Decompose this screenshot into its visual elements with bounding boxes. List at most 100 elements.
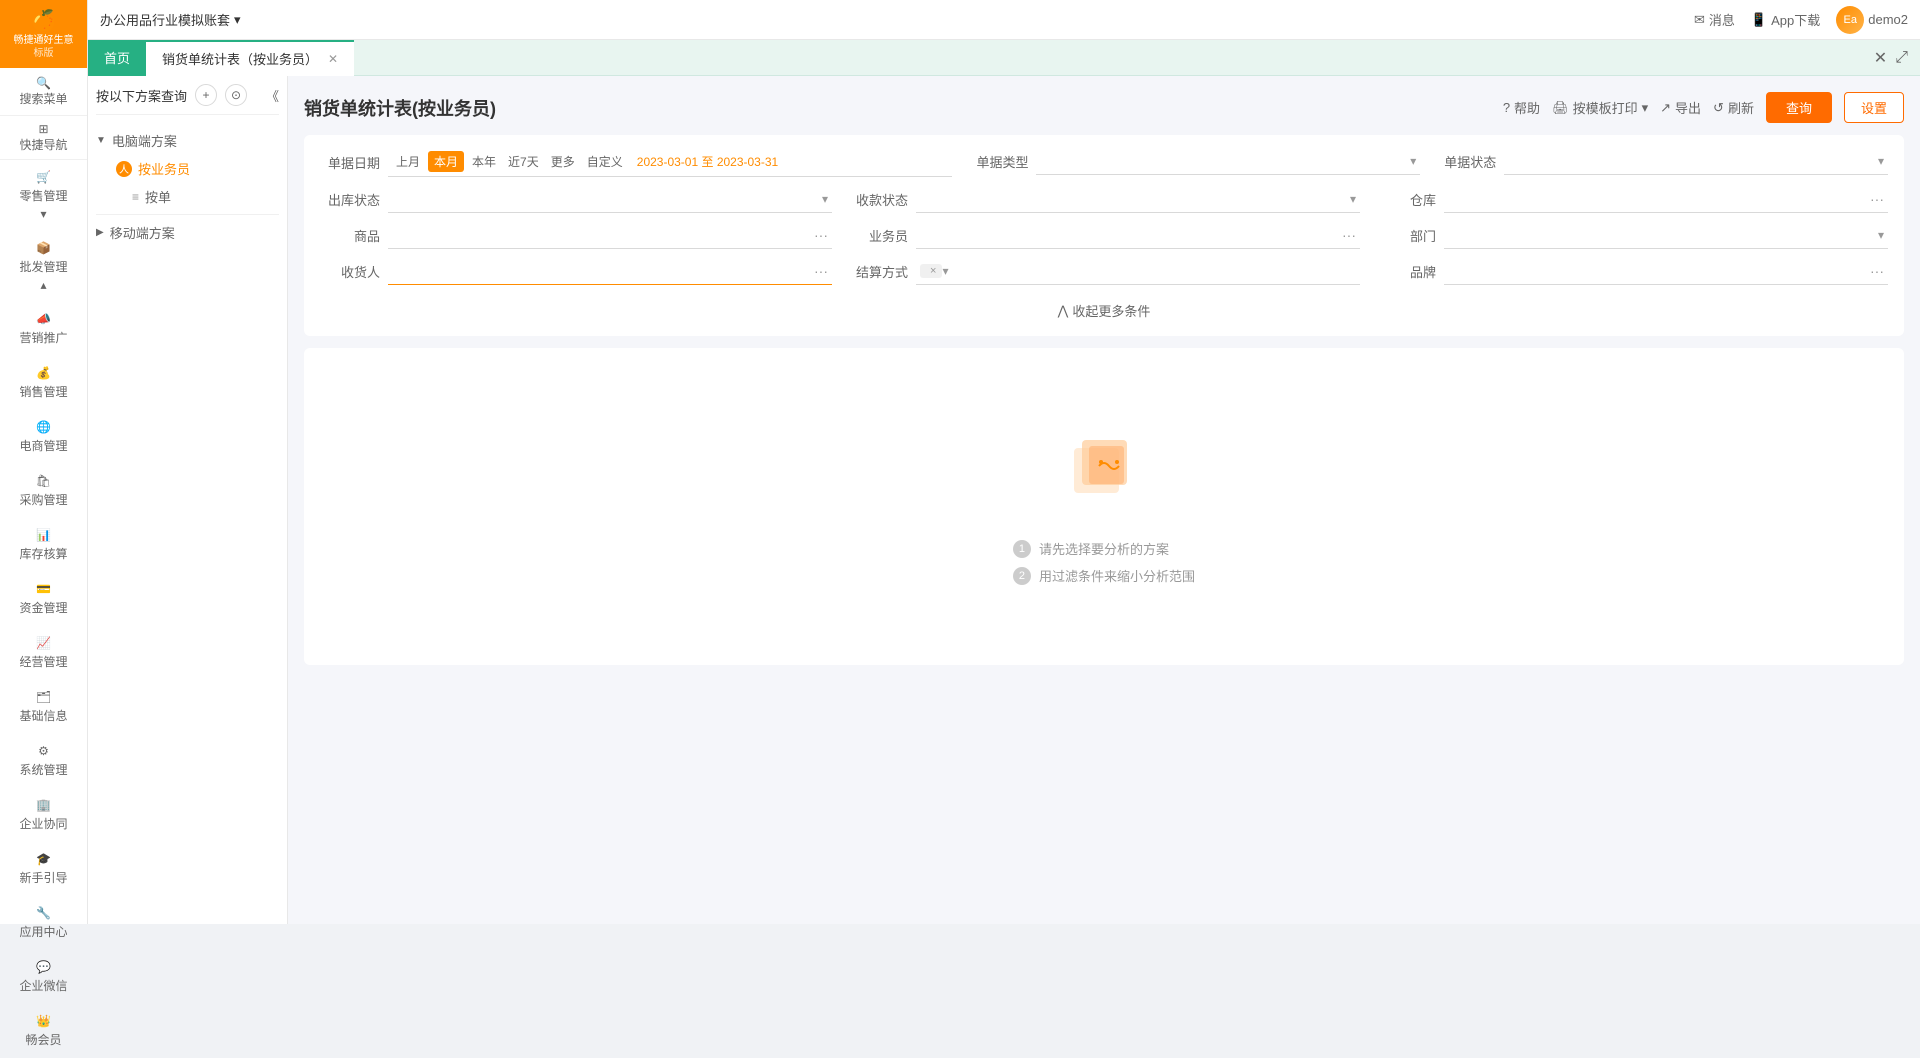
account-dropdown[interactable]: 办公用品行业模拟账套 ▾: [100, 10, 241, 29]
salesman-field: 业务员 ···: [848, 221, 1360, 249]
settings-btn[interactable]: 设置: [1844, 92, 1904, 123]
tree-group-mobile-header[interactable]: ▶ 移动端方案: [96, 219, 279, 246]
account-name: 办公用品行业模拟账套: [100, 10, 230, 29]
user-profile[interactable]: Ea demo2: [1836, 6, 1908, 34]
search-menu-item[interactable]: 🔍 搜索菜单: [0, 68, 87, 116]
export-btn[interactable]: ↗ 导出: [1660, 98, 1701, 117]
purchase-label: 采购管理: [19, 491, 67, 508]
tree-item-order[interactable]: ≡ 按单: [96, 183, 279, 210]
out-status-dropdown[interactable]: ▾: [388, 185, 832, 213]
warehouse-field: 仓库 ···: [1376, 185, 1888, 213]
quick-nav-label: 快捷导航: [0, 136, 87, 153]
grid-icon: ⊞: [0, 122, 87, 136]
brand-dropdown[interactable]: ···: [1444, 257, 1888, 285]
tree-item-salesman[interactable]: 人 按业务员: [96, 154, 279, 183]
tree-group-desktop-header[interactable]: ▼ 电脑端方案: [96, 127, 279, 154]
logo-icon: 🍊: [4, 8, 83, 34]
add-scheme-btn[interactable]: +: [195, 84, 217, 106]
tab-maximize-btn[interactable]: ⤢: [1895, 49, 1908, 67]
settle-dropdown[interactable]: × ▾: [916, 257, 1360, 285]
date-tab-more[interactable]: 更多: [547, 151, 579, 172]
sidebar-item-operation[interactable]: 📈 经营管理: [0, 626, 87, 680]
collapse-btn[interactable]: ⋀ 收起更多条件: [1058, 301, 1151, 320]
retail-label: 零售管理: [19, 187, 67, 204]
brand-more-icon[interactable]: ···: [1870, 263, 1884, 279]
status-label: 单据状态: [1436, 152, 1496, 171]
wechat-icon: 💬: [36, 960, 51, 974]
date-tab-thismonth[interactable]: 本月: [428, 151, 464, 172]
date-tab-lastmonth[interactable]: 上月: [392, 151, 424, 172]
settle-tag-close-btn[interactable]: ×: [930, 265, 936, 277]
sidebar-item-finance[interactable]: 💳 资金管理: [0, 572, 87, 626]
sidebar-item-system[interactable]: ⚙ 系统管理: [0, 734, 87, 788]
enterprise-icon: 🏢: [36, 798, 51, 812]
page-title: 销货单统计表(按业务员): [304, 95, 496, 121]
goods-dropdown[interactable]: ···: [388, 221, 832, 249]
collect-dropdown[interactable]: ▾: [916, 185, 1360, 213]
warehouse-more-icon[interactable]: ···: [1870, 191, 1884, 207]
sidebar-item-purchase[interactable]: 🛍 采购管理: [0, 464, 87, 518]
salesman-more-icon[interactable]: ···: [1342, 227, 1356, 243]
tree-divider: [96, 214, 279, 215]
page-actions: ? 帮助 🖨 按模板打印 ▾ ↗ 导出 ↺ 刷新: [1503, 92, 1904, 123]
search-icon: 🔍: [0, 76, 87, 90]
empty-tip-1: 1 请先选择要分析的方案: [1013, 539, 1195, 558]
receiver-more-icon[interactable]: ···: [814, 263, 828, 279]
sidebar-item-apps[interactable]: 🔧 应用中心: [0, 896, 87, 950]
help-btn[interactable]: ? 帮助: [1503, 98, 1540, 117]
export-icon: ↗: [1660, 100, 1671, 116]
sidebar-item-newbie[interactable]: 🎓 新手引导: [0, 842, 87, 896]
print-dropdown-icon: ▾: [1642, 100, 1649, 116]
sidebar-item-basic[interactable]: 🗂 基础信息: [0, 680, 87, 734]
tab-sales-stat[interactable]: 销货单统计表（按业务员） ✕: [146, 40, 354, 76]
sidebar-item-sales[interactable]: 💰 销售管理: [0, 356, 87, 410]
query-row-1: 单据日期 上月 本月 本年 近7天 更多 自定义 2023-03-01 至 20…: [320, 147, 1888, 177]
refresh-btn[interactable]: ↺ 刷新: [1713, 98, 1754, 117]
empty-tip-1-text: 请先选择要分析的方案: [1039, 539, 1169, 558]
settings-scheme-btn[interactable]: ⊙: [225, 84, 247, 106]
apps-icon: 🔧: [36, 906, 51, 920]
print-btn[interactable]: 🖨 按模板打印 ▾: [1552, 98, 1648, 117]
app-download-btn[interactable]: 📱 App下载: [1751, 10, 1820, 29]
wholesale-expand-icon: ▴: [40, 278, 46, 292]
logo-sub: 标版: [4, 47, 83, 60]
sidebar-item-wholesale[interactable]: 📦 批发管理 ▴: [0, 231, 87, 302]
date-tab-thisyear[interactable]: 本年: [468, 151, 500, 172]
left-panel: 按以下方案查询 + ⊙ 《 ▼ 电脑端方案 人 按业务员: [88, 76, 288, 924]
quick-nav-item[interactable]: ⊞ 快捷导航: [0, 116, 87, 160]
sidebar-item-enterprise[interactable]: 🏢 企业协同: [0, 788, 87, 842]
out-status-label: 出库状态: [320, 190, 380, 209]
goods-more-icon[interactable]: ···: [814, 227, 828, 243]
tree-group-desktop: ▼ 电脑端方案 人 按业务员 ≡ 按单: [96, 127, 279, 210]
receiver-dropdown[interactable]: ···: [388, 257, 832, 285]
dept-dropdown-icon: ▾: [1878, 228, 1884, 242]
date-tab-7days[interactable]: 近7天: [504, 151, 543, 172]
warehouse-dropdown[interactable]: ···: [1444, 185, 1888, 213]
sidebar-item-retail[interactable]: 🛒 零售管理 ▾: [0, 160, 87, 231]
query-btn[interactable]: 查询: [1766, 92, 1832, 123]
app-logo[interactable]: 🍊 畅捷通好生意 标版: [0, 0, 87, 68]
sidebar-item-member[interactable]: 👑 畅会员: [0, 1004, 87, 1058]
sidebar-item-inventory[interactable]: 📊 库存核算: [0, 518, 87, 572]
salesman-dropdown[interactable]: ···: [916, 221, 1360, 249]
date-tab-custom[interactable]: 自定义: [583, 151, 627, 172]
out-status-field: 出库状态 ▾: [320, 185, 832, 213]
settle-label: 结算方式: [848, 262, 908, 281]
tab-home[interactable]: 首页: [88, 40, 146, 76]
logo-text: 畅捷通好生意: [4, 34, 83, 47]
tree-group-mobile: ▶ 移动端方案: [96, 219, 279, 246]
sidebar-item-marketing[interactable]: 📣 营销推广: [0, 302, 87, 356]
dept-dropdown[interactable]: ▾: [1444, 221, 1888, 249]
tab-close-all-btn[interactable]: ✕: [1874, 48, 1887, 68]
collapse-panel-btn[interactable]: 《: [266, 86, 279, 105]
sidebar-item-wechat[interactable]: 💬 企业微信: [0, 950, 87, 1004]
tree-group-mobile-label: 移动端方案: [110, 223, 175, 242]
message-btn[interactable]: ✉ 消息: [1694, 10, 1735, 29]
inventory-label: 库存核算: [19, 545, 67, 562]
tab-close-icon[interactable]: ✕: [328, 52, 338, 66]
goods-label: 商品: [320, 226, 380, 245]
wholesale-label: 批发管理: [19, 258, 67, 275]
type-dropdown[interactable]: ▾: [1036, 147, 1420, 175]
status-dropdown[interactable]: ▾: [1504, 147, 1888, 175]
sidebar-item-ecommerce[interactable]: 🌐 电商管理: [0, 410, 87, 464]
